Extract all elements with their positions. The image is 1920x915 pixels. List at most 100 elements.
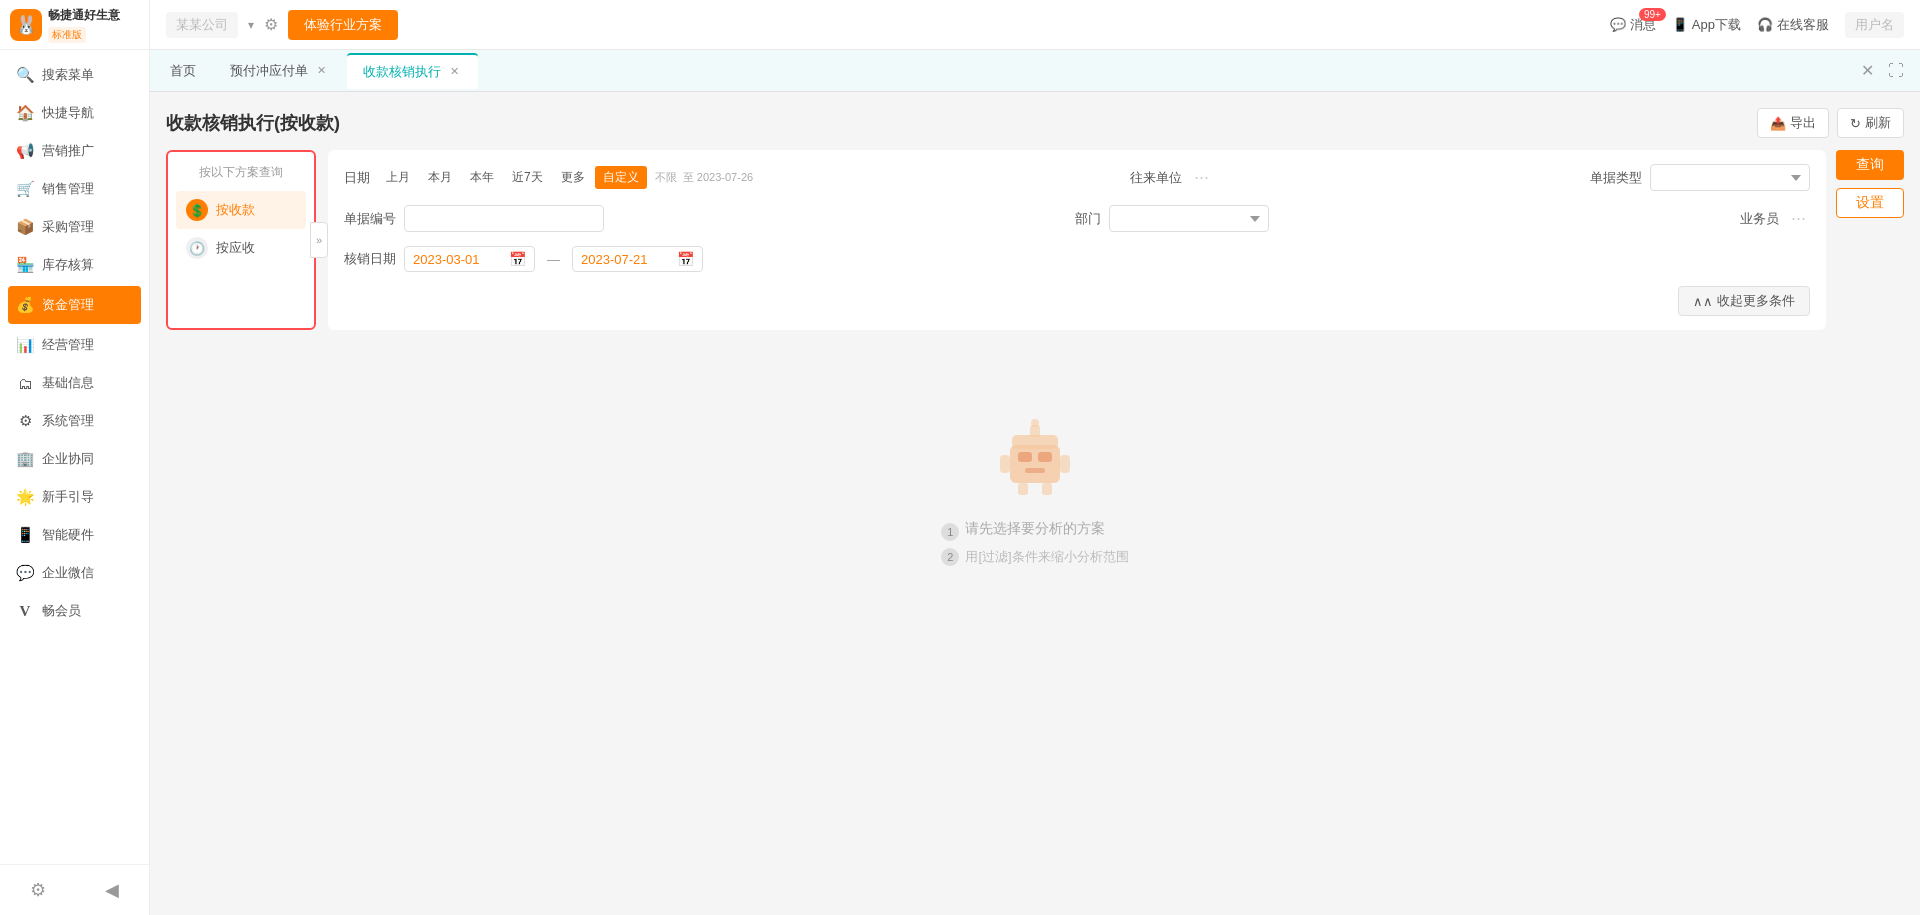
sidebar-item-system[interactable]: ⚙ 系统管理 [0,402,149,440]
date-range-info: 不限 至 2023-07-26 [655,170,753,185]
sidebar-collapse-btn[interactable]: ◀ [97,875,127,905]
reconcile-end-wrap[interactable]: 2023-07-21 📅 [572,246,703,272]
tab-home[interactable]: 首页 [154,54,212,88]
sidebar-item-member[interactable]: V 畅会员 [0,592,149,630]
sidebar-item-purchase[interactable]: 📦 采购管理 [0,208,149,246]
filter-sidebar-collapse-btn[interactable]: » [310,222,328,258]
page-header: 收款核销执行(按收款) 📤 导出 ↻ 刷新 [166,108,1904,138]
step-1-num: 1 [941,523,959,541]
sidebar-item-quicknav[interactable]: 🏠 快捷导航 [0,94,149,132]
sidebar-item-guide[interactable]: 🌟 新手引导 [0,478,149,516]
user-info[interactable]: 用户名 [1845,12,1904,38]
bill-type-label: 单据类型 [1590,169,1642,187]
sidebar-item-search[interactable]: 🔍 搜索菜单 [0,56,149,94]
date-tab-more[interactable]: 更多 [553,166,593,189]
refresh-button[interactable]: ↻ 刷新 [1837,108,1904,138]
date-tab-last7[interactable]: 近7天 [504,166,551,189]
sidebar-item-hardware[interactable]: 📱 智能硬件 [0,516,149,554]
svg-rect-7 [1000,455,1010,473]
reconcile-start-input[interactable]: 2023-03-01 [413,252,503,267]
sidebar-item-finance[interactable]: 💰 资金管理 [8,286,141,324]
sidebar-nav: 🔍 搜索菜单 🏠 快捷导航 📢 营销推广 🛒 销售管理 📦 采购管理 🏪 库存核… [0,50,149,864]
sidebar-settings-btn[interactable]: ⚙ [22,875,54,905]
sidebar-item-operation[interactable]: 📊 经营管理 [0,326,149,364]
calendar-start-icon[interactable]: 📅 [509,251,526,267]
sidebar-item-marketing[interactable]: 📢 营销推广 [0,132,149,170]
date-separator: — [543,252,564,267]
sidebar-item-wechat[interactable]: 💬 企业微信 [0,554,149,592]
service-icon: 🎧 [1757,17,1773,32]
tabbar: 首页 预付冲应付单 ✕ 收款核销执行 ✕ ✕ ⛶ [150,50,1920,92]
wechat-icon: 💬 [16,564,34,582]
date-tab-this-month[interactable]: 本月 [420,166,460,189]
export-button[interactable]: 📤 导出 [1757,108,1829,138]
staff-group: 业务员 ··· [1740,208,1810,229]
expand-tab-btn[interactable]: ⛶ [1884,60,1908,82]
svg-rect-8 [1060,455,1070,473]
bill-type-select[interactable] [1650,164,1810,191]
date-tab-last-month[interactable]: 上月 [378,166,418,189]
company-selector[interactable]: 某某公司 [166,12,238,38]
service-btn[interactable]: 🎧 在线客服 [1757,16,1829,34]
sidebar-item-inventory[interactable]: 🏪 库存核算 [0,246,149,284]
receipt-tab-close[interactable]: ✕ [447,64,462,79]
export-icon: 📤 [1770,116,1786,131]
app-download-btn[interactable]: 📱 App下载 [1672,16,1741,34]
receipt-filter-icon: 💲 [186,199,208,221]
query-button[interactable]: 查询 [1836,150,1904,180]
dept-select[interactable] [1109,205,1269,232]
bill-number-input[interactable] [404,205,604,232]
sidebar-item-enterprise[interactable]: 🏢 企业协同 [0,440,149,478]
date-tab-this-year[interactable]: 本年 [462,166,502,189]
message-badge: 99+ [1639,8,1666,21]
filter-row-2: 单据编号 部门 业务员 ··· [344,205,1810,232]
counterpart-input[interactable]: ··· [1190,167,1213,188]
solution-button[interactable]: 体验行业方案 [288,10,398,40]
home-tab-label: 首页 [170,62,196,80]
filter-action-col: 查询 设置 [1836,150,1904,330]
home-icon: 🏠 [16,104,34,122]
filter-option-receipt[interactable]: 💲 按收款 [176,191,306,229]
calendar-end-icon[interactable]: 📅 [677,251,694,267]
reconcile-end-input[interactable]: 2023-07-21 [581,252,671,267]
guide-icon: 🌟 [16,488,34,506]
svg-point-6 [1031,419,1039,427]
receivable-filter-icon: 🕐 [186,237,208,259]
filter-form-section: 日期 上月 本月 本年 近7天 更多 自定义 不 [328,150,1904,330]
receivable-filter-label: 按应收 [216,239,255,257]
page-actions: 📤 导出 ↻ 刷新 [1757,108,1904,138]
sidebar-item-baseinfo[interactable]: 🗂 基础信息 [0,364,149,402]
date-filter-group: 日期 上月 本月 本年 近7天 更多 自定义 不 [344,166,753,189]
bill-number-label: 单据编号 [344,210,396,228]
message-btn[interactable]: 💬 消息 99+ [1610,16,1656,34]
logo-icon: 🐰 [10,9,42,41]
company-dropdown-icon[interactable]: ▾ [248,18,254,32]
filter-row-3: 核销日期 2023-03-01 📅 — 2023-07-21 📅 [344,246,1810,272]
topbar-right: 💬 消息 99+ 📱 App下载 🎧 在线客服 用户名 [1610,12,1904,38]
svg-rect-10 [1042,483,1052,495]
staff-input[interactable]: ··· [1787,208,1810,229]
page-title: 收款核销执行(按收款) [166,111,340,135]
filter-option-receivable[interactable]: 🕐 按应收 [176,229,306,267]
tab-receipt[interactable]: 收款核销执行 ✕ [347,53,478,89]
topbar-left: 某某公司 ▾ ⚙ 体验行业方案 [166,10,398,40]
date-label: 日期 [344,169,370,187]
topbar-gear-icon[interactable]: ⚙ [264,15,278,34]
tabbar-actions: ✕ ⛶ [1857,59,1916,82]
sidebar-item-sales[interactable]: 🛒 销售管理 [0,170,149,208]
filter-row-1: 日期 上月 本月 本年 近7天 更多 自定义 不 [344,164,1810,191]
svg-rect-4 [1012,435,1058,449]
dept-label: 部门 [1075,210,1101,228]
settings-button[interactable]: 设置 [1836,188,1904,218]
tab-prepay[interactable]: 预付冲应付单 ✕ [214,54,345,88]
prepay-tab-close[interactable]: ✕ [314,63,329,78]
close-tab-btn[interactable]: ✕ [1857,59,1878,82]
empty-step-2-text: 用[过滤]条件来缩小分析范围 [965,548,1128,566]
collapse-more-button[interactable]: ∧∧ 收起更多条件 [1678,286,1810,316]
empty-illustration [990,410,1080,500]
reconcile-start-wrap[interactable]: 2023-03-01 📅 [404,246,535,272]
reconcile-date-group: 核销日期 2023-03-01 📅 — 2023-07-21 📅 [344,246,703,272]
receipt-filter-label: 按收款 [216,201,255,219]
date-unlimited-label: 不限 至 2023-07-26 [655,170,753,185]
date-tab-custom[interactable]: 自定义 [595,166,647,189]
